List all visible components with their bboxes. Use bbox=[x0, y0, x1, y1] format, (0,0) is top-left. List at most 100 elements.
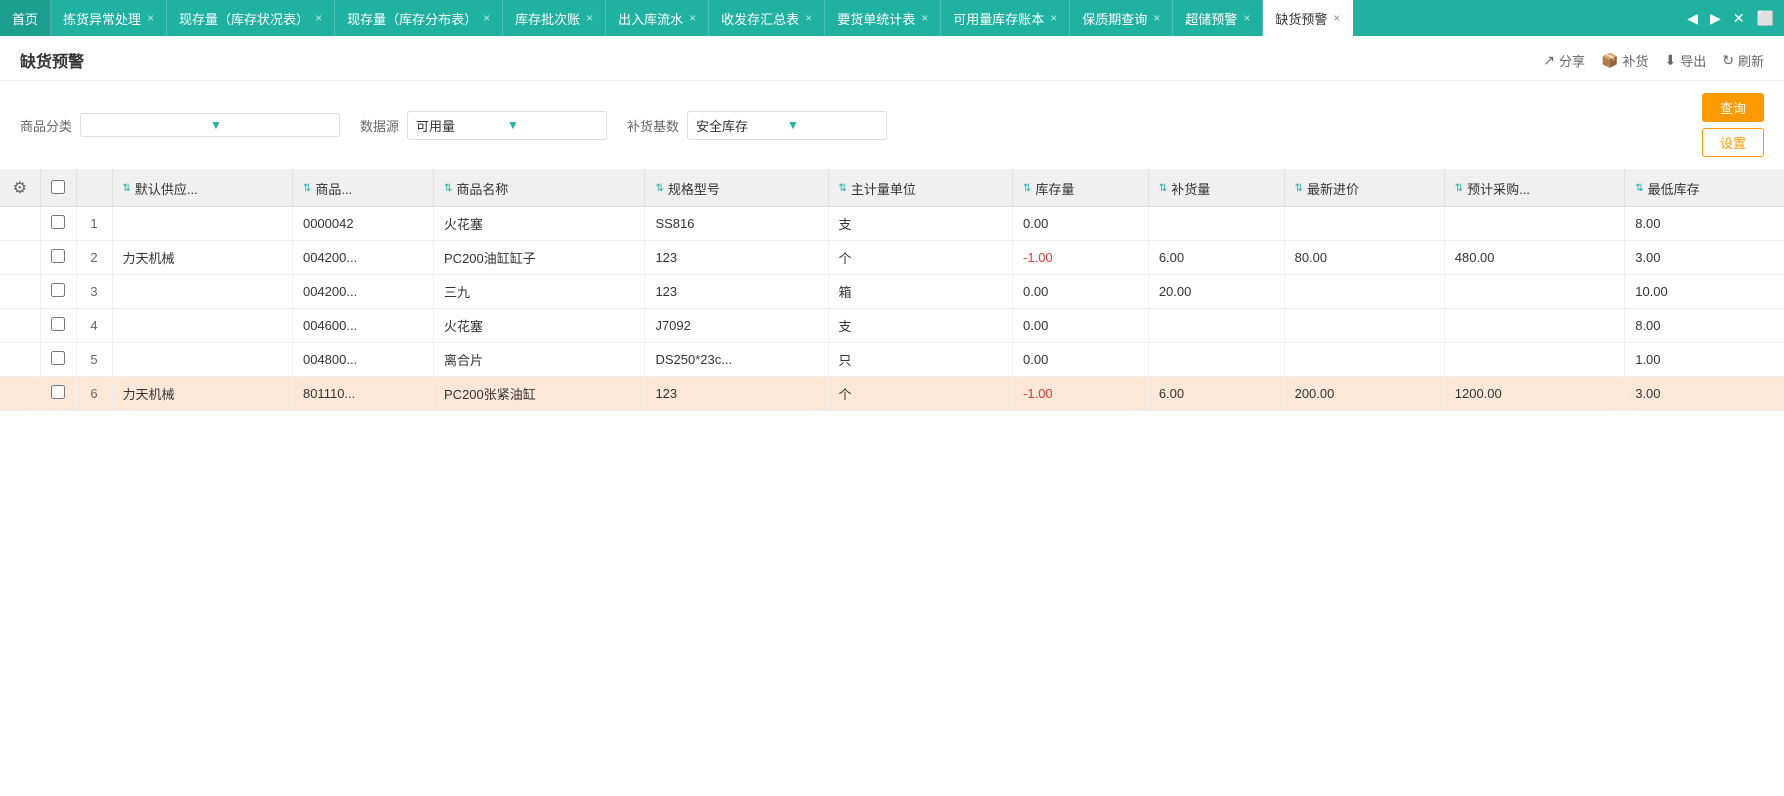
row-stock-qty: 0.00 bbox=[1013, 309, 1149, 343]
tab-receipt-summary-close[interactable]: × bbox=[805, 11, 812, 25]
tab-inventory-status-close[interactable]: × bbox=[315, 11, 322, 25]
th-unit: ⇅ 主计量单位 bbox=[828, 170, 1013, 207]
row-unit: 个 bbox=[828, 241, 1013, 275]
row-replenish-qty: 6.00 bbox=[1148, 241, 1284, 275]
tab-close-all-button[interactable]: ✕ bbox=[1727, 8, 1751, 29]
row-stock-qty: 0.00 bbox=[1013, 343, 1149, 377]
th-estimated-purchase: ⇅ 预计采购... bbox=[1444, 170, 1624, 207]
tab-overstock-warning-close[interactable]: × bbox=[1243, 11, 1250, 25]
tab-inventory-status[interactable]: 现存量（库存状况表） × bbox=[167, 0, 335, 36]
share-icon: ↗ bbox=[1543, 52, 1555, 69]
row-checkbox[interactable] bbox=[51, 351, 65, 365]
replenish-base-select[interactable]: 安全库存 ▼ bbox=[687, 111, 887, 140]
row-checkbox[interactable] bbox=[51, 249, 65, 263]
tab-inventory-dist-close[interactable]: × bbox=[483, 11, 490, 25]
refresh-button[interactable]: ↻ 刷新 bbox=[1722, 51, 1764, 70]
tab-inout-flow[interactable]: 出入库流水 × bbox=[606, 0, 709, 36]
tab-requisition-stats-close[interactable]: × bbox=[921, 11, 928, 25]
row-supplier: 力天机械 bbox=[112, 241, 292, 275]
th-checkbox bbox=[40, 170, 76, 207]
tab-batch-account-close[interactable]: × bbox=[586, 11, 593, 25]
tab-inventory-dist[interactable]: 现存量（库存分布表） × bbox=[335, 0, 503, 36]
replenish-button[interactable]: 📦 补货 bbox=[1601, 51, 1648, 70]
th-replenish-qty: ⇅ 补货量 bbox=[1148, 170, 1284, 207]
refresh-icon: ↻ bbox=[1722, 52, 1734, 69]
row-stock-qty: 0.00 bbox=[1013, 207, 1149, 241]
tab-prev-button[interactable]: ◀ bbox=[1681, 8, 1704, 29]
gear-settings-button[interactable]: ⚙ bbox=[13, 178, 27, 198]
tab-home[interactable]: 首页 bbox=[0, 0, 51, 36]
row-gear bbox=[0, 377, 40, 411]
datasource-label: 数据源 bbox=[360, 116, 399, 135]
export-button[interactable]: ⬇ 导出 bbox=[1665, 51, 1707, 70]
select-all-checkbox[interactable] bbox=[51, 180, 65, 194]
table-body: 1 0000042 火花塞 SS816 支 0.00 8.00 2 力天机械 0… bbox=[0, 207, 1784, 411]
row-latest-price bbox=[1284, 343, 1444, 377]
row-checkbox[interactable] bbox=[51, 317, 65, 331]
tab-overstock-warning[interactable]: 超储预警 × bbox=[1173, 0, 1263, 36]
share-button[interactable]: ↗ 分享 bbox=[1543, 51, 1585, 70]
replenish-base-arrow-icon: ▼ bbox=[787, 118, 878, 132]
datasource-select[interactable]: 可用量 ▼ bbox=[407, 111, 607, 140]
th-latest-price: ⇅ 最新进价 bbox=[1284, 170, 1444, 207]
tab-expiry-query[interactable]: 保质期查询 × bbox=[1070, 0, 1173, 36]
th-gear: ⚙ bbox=[0, 170, 40, 207]
row-latest-price: 80.00 bbox=[1284, 241, 1444, 275]
row-spec-model: SS816 bbox=[645, 207, 828, 241]
row-num: 3 bbox=[76, 275, 112, 309]
table-row: 4 004600... 火花塞 J7092 支 0.00 8.00 bbox=[0, 309, 1784, 343]
row-num: 2 bbox=[76, 241, 112, 275]
tab-exception-close[interactable]: × bbox=[147, 11, 154, 25]
datasource-arrow-icon: ▼ bbox=[507, 118, 598, 132]
th-row-num bbox=[76, 170, 112, 207]
row-gear bbox=[0, 241, 40, 275]
row-spec-model: 123 bbox=[645, 377, 828, 411]
filter-bar: 商品分类 ▼ 数据源 可用量 ▼ 补货基数 安全库存 ▼ 查询 设置 bbox=[0, 81, 1784, 170]
row-checkbox[interactable] bbox=[51, 385, 65, 399]
sort-supplier-icon: ⇅ bbox=[123, 183, 131, 194]
row-spec-model: 123 bbox=[645, 241, 828, 275]
row-estimated-purchase: 1200.00 bbox=[1444, 377, 1624, 411]
tab-shortage-warning[interactable]: 缺货预警 × bbox=[1263, 0, 1353, 36]
row-product-code: 004600... bbox=[292, 309, 433, 343]
tab-shortage-warning-close[interactable]: × bbox=[1333, 11, 1340, 25]
table-row: 3 004200... 三九 123 箱 0.00 20.00 10.00 bbox=[0, 275, 1784, 309]
row-latest-price bbox=[1284, 275, 1444, 309]
tab-inout-flow-close[interactable]: × bbox=[689, 11, 696, 25]
tab-receipt-summary[interactable]: 收发存汇总表 × bbox=[709, 0, 825, 36]
datasource-filter-group: 数据源 可用量 ▼ bbox=[360, 111, 607, 140]
row-num: 5 bbox=[76, 343, 112, 377]
tab-batch-account[interactable]: 库存批次账 × bbox=[503, 0, 606, 36]
row-product-name: 火花塞 bbox=[434, 207, 645, 241]
table-row: 2 力天机械 004200... PC200油缸缸子 123 个 -1.00 6… bbox=[0, 241, 1784, 275]
row-product-code: 0000042 bbox=[292, 207, 433, 241]
sort-min-stock-icon: ⇅ bbox=[1635, 183, 1643, 194]
tab-expiry-query-close[interactable]: × bbox=[1153, 11, 1160, 25]
th-stock-qty: ⇅ 库存量 bbox=[1013, 170, 1149, 207]
tab-exception[interactable]: 拣货异常处理 × bbox=[51, 0, 167, 36]
replenish-base-value: 安全库存 bbox=[696, 116, 787, 135]
row-supplier bbox=[112, 207, 292, 241]
category-filter-group: 商品分类 ▼ bbox=[20, 113, 340, 137]
row-product-name: 三九 bbox=[434, 275, 645, 309]
sort-product-name-icon: ⇅ bbox=[444, 183, 452, 194]
row-min-stock: 3.00 bbox=[1625, 377, 1784, 411]
row-stock-qty: -1.00 bbox=[1013, 377, 1149, 411]
row-stock-qty: -1.00 bbox=[1013, 241, 1149, 275]
row-stock-qty: 0.00 bbox=[1013, 275, 1149, 309]
row-product-code: 004200... bbox=[292, 241, 433, 275]
tab-next-button[interactable]: ▶ bbox=[1704, 8, 1727, 29]
settings-button[interactable]: 设置 bbox=[1702, 128, 1764, 157]
row-checkbox[interactable] bbox=[51, 283, 65, 297]
tab-requisition-stats[interactable]: 要货单统计表 × bbox=[825, 0, 941, 36]
tab-restore-button[interactable]: ⬜ bbox=[1751, 8, 1780, 29]
row-replenish-qty bbox=[1148, 343, 1284, 377]
query-button[interactable]: 查询 bbox=[1702, 93, 1764, 122]
row-checkbox-cell bbox=[40, 241, 76, 275]
row-product-code: 004800... bbox=[292, 343, 433, 377]
row-checkbox[interactable] bbox=[51, 215, 65, 229]
shortage-table: ⚙ ⇅ 默认供应... ⇅ 商 bbox=[0, 170, 1784, 411]
category-select[interactable]: ▼ bbox=[80, 113, 340, 137]
tab-available-ledger[interactable]: 可用量库存账本 × bbox=[941, 0, 1070, 36]
tab-available-ledger-close[interactable]: × bbox=[1050, 11, 1057, 25]
